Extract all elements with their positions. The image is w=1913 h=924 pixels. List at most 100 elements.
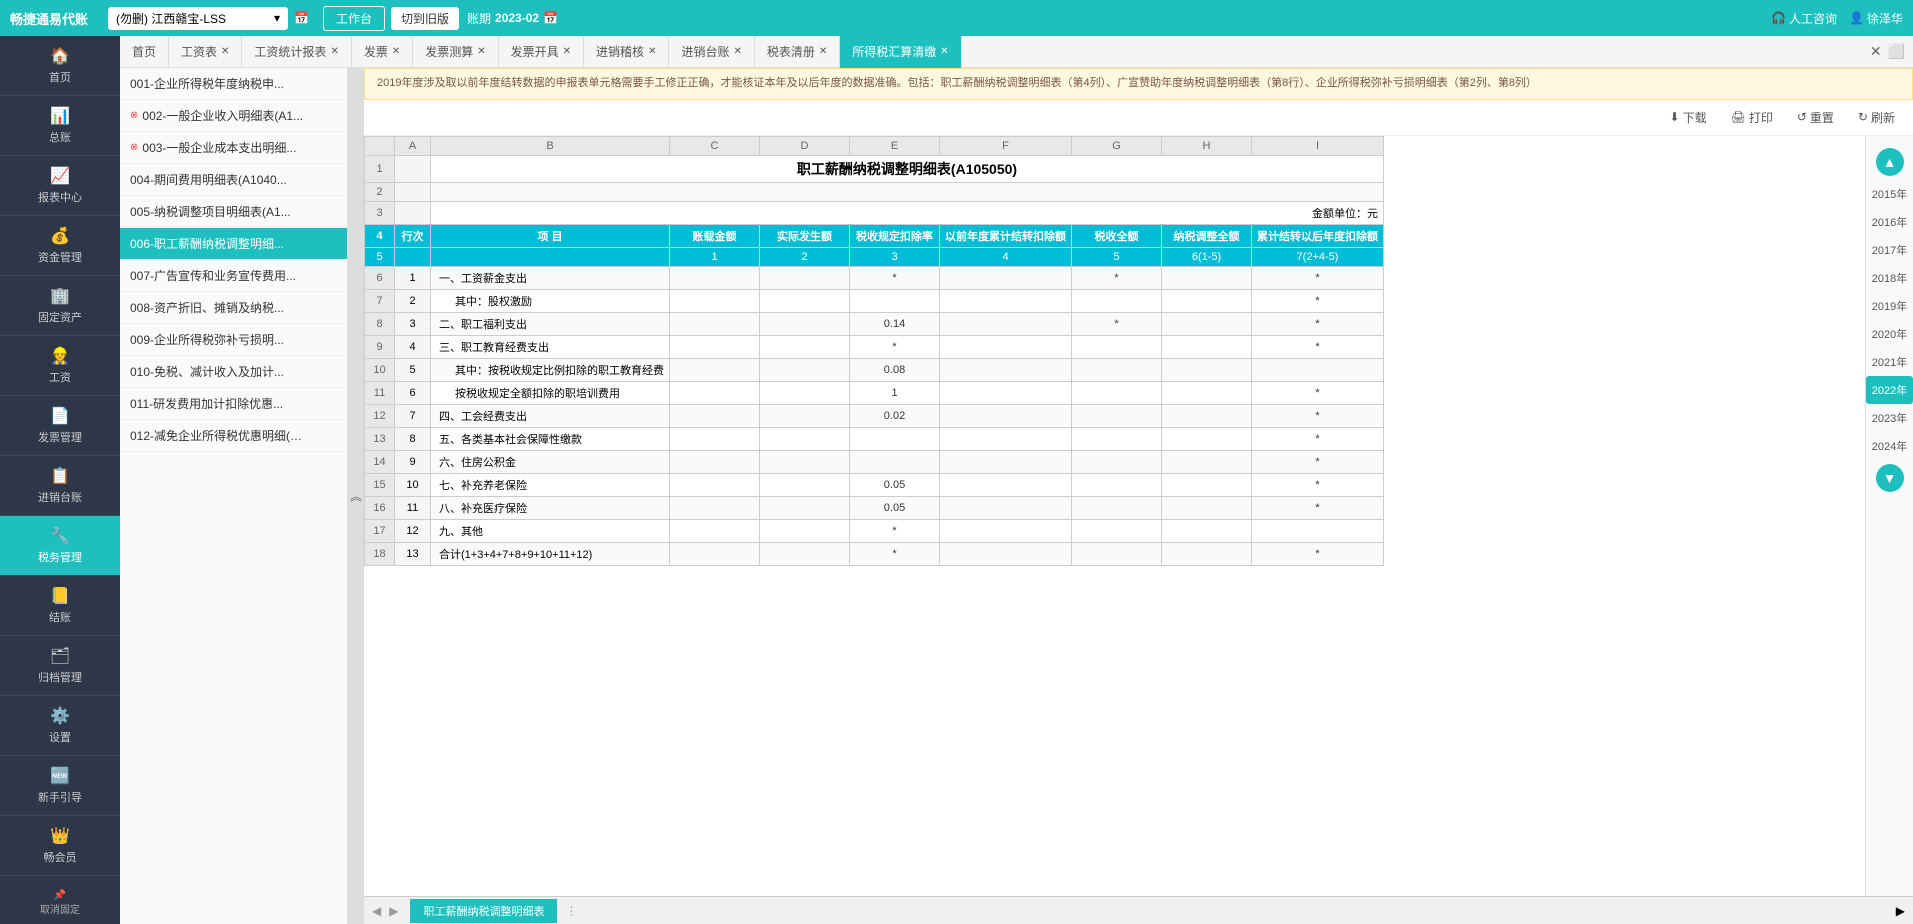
tab-salary-stats[interactable]: 工资统计报表 ✕ [242,36,351,68]
close-tab-invoice[interactable]: ✕ [392,36,400,68]
tab-invoice-calc[interactable]: 发票测算 ✕ [413,36,498,68]
sheet-menu-button[interactable]: ⋮ [565,904,577,918]
data-row-14: 14 9 六、住房公积金 * [365,450,1384,473]
sidebar-item-member[interactable]: 👑 畅会员 [0,816,120,876]
left-item-006[interactable]: 006-职工薪酬纳税调整明细... [120,228,347,260]
left-item-002[interactable]: ⊗ 002-一般企业收入明细表(A1... [120,100,347,132]
tabs-bar: 首页 工资表 ✕ 工资统计报表 ✕ 发票 ✕ 发票测算 ✕ 发票开具 ✕ 进销稽… [120,36,1913,68]
close-tab-stats[interactable]: ✕ [330,36,338,68]
sidebar-item-tax[interactable]: 🔧 税务管理 [0,516,120,576]
tab-salary-table[interactable]: 工资表 ✕ [169,36,242,68]
year-down-button[interactable]: ▼ [1876,464,1904,492]
year-2019[interactable]: 2019年 [1866,292,1913,320]
unit-label: 金额单位：元 [431,201,1384,224]
pin-icon: 📌 [54,890,66,901]
subheader-5: 5 [1072,247,1162,266]
left-item-004[interactable]: 004-期间费用明细表(A1040... [120,164,347,196]
close-all-tabs-button[interactable]: ✕ [1870,43,1882,60]
tab-invoice-open[interactable]: 发票开具 ✕ [499,36,584,68]
assets-icon: 🏢 [50,286,70,306]
sidebar-label-tax: 税务管理 [38,549,82,565]
sidebar-label-close: 结账 [49,609,71,625]
table-wrapper[interactable]: A B C D E F G H I [364,136,1865,896]
year-2015[interactable]: 2015年 [1866,180,1913,208]
sidebar-item-archive[interactable]: 🗂 归档管理 [0,636,120,696]
sidebar-item-sales[interactable]: 📋 进销台账 [0,456,120,516]
sidebar-item-invoice[interactable]: 📄 发票管理 [0,396,120,456]
sidebar-item-reports[interactable]: 📈 报表中心 [0,156,120,216]
company-selector[interactable]: (勿删) 江西赣宝-LSS ▾ [108,7,288,30]
scroll-right-button[interactable]: ▶ [1896,904,1905,918]
prev-sheet-button[interactable]: ◀ [372,904,381,918]
year-2022[interactable]: 2022年 [1866,376,1913,404]
close-tab-open[interactable]: ✕ [563,36,571,68]
left-item-001[interactable]: 001-企业所得税年度纳税申... [120,68,347,100]
tab-invoice[interactable]: 发票 ✕ [352,36,413,68]
close-tab-ledger[interactable]: ✕ [733,36,741,68]
year-up-button[interactable]: ▲ [1876,148,1904,176]
user-profile[interactable]: 👤 徐泽华 [1849,10,1903,27]
row-1: 1 职工薪酬纳税调整明细表(A105050) [365,155,1384,182]
workbench-button[interactable]: 工作台 [323,6,385,31]
cut-version-button[interactable]: 切到旧版 [391,7,459,30]
print-button[interactable]: 🖨 打印 [1725,106,1779,129]
item-8: 五、各类基本社会保障性缴款 [431,427,670,450]
collapse-panel-button[interactable]: 《 [348,68,364,924]
sheet-tab-main[interactable]: 职工薪酬纳税调整明细表 [410,899,557,923]
year-2018[interactable]: 2018年 [1866,264,1913,292]
sidebar-item-funds[interactable]: 💰 资金管理 [0,216,120,276]
col-h-header: H [1162,136,1252,155]
year-2017[interactable]: 2017年 [1866,236,1913,264]
tax-icon: 🔧 [50,526,70,546]
sidebar-item-settings[interactable]: ⚙️ 设置 [0,696,120,756]
sidebar-item-assets[interactable]: 🏢 固定资产 [0,276,120,336]
left-item-003[interactable]: ⊗ 003-一般企业成本支出明细... [120,132,347,164]
year-2024[interactable]: 2024年 [1866,432,1913,460]
data-row-13: 13 8 五、各类基本社会保障性缴款 * [365,427,1384,450]
item-5: 其中：按税收规定比例扣除的职工教育经费 [431,358,670,381]
ledger-icon: 📊 [50,106,70,126]
maximize-button[interactable]: ⬜ [1888,43,1905,60]
left-item-010[interactable]: 010-免税、减计收入及加计... [120,356,347,388]
sidebar-item-close[interactable]: 📒 结账 [0,576,120,636]
next-sheet-button[interactable]: ▶ [389,904,398,918]
reset-button[interactable]: ↺ 重置 [1791,106,1840,129]
refresh-button[interactable]: ↻ 刷新 [1852,106,1901,129]
year-2020[interactable]: 2020年 [1866,320,1913,348]
year-2021[interactable]: 2021年 [1866,348,1913,376]
left-item-011[interactable]: 011-研发费用加计扣除优惠... [120,388,347,420]
sidebar-item-home[interactable]: 🏠 首页 [0,36,120,96]
left-item-007[interactable]: 007-广告宣传和业务宣传费用... [120,260,347,292]
sidebar-item-guide[interactable]: 🆕 新手引导 [0,756,120,816]
tab-audit[interactable]: 进销稽核 ✕ [584,36,669,68]
header-item: 项 目 [431,224,670,247]
left-item-009[interactable]: 009-企业所得税弥补亏损明... [120,324,347,356]
close-tab-audit[interactable]: ✕ [648,36,656,68]
tab-home[interactable]: 首页 [120,36,169,68]
close-tab-incometax[interactable]: ✕ [940,36,948,68]
left-item-008[interactable]: 008-资产折旧、摊销及纳税... [120,292,347,324]
tab-tax-clear[interactable]: 税表清册 ✕ [755,36,840,68]
calendar-period-icon[interactable]: 📅 [543,11,558,25]
unpin-button[interactable]: 📌 取消固定 [0,882,120,924]
close-tab-taxclear[interactable]: ✕ [819,36,827,68]
year-2016[interactable]: 2016年 [1866,208,1913,236]
item-2: 其中：股权激励 [431,289,670,312]
close-tab-calc[interactable]: ✕ [477,36,485,68]
left-item-012[interactable]: 012-减免企业所得税优惠明细(… [120,420,347,452]
sidebar-item-salary[interactable]: 👷 工资 [0,336,120,396]
consult-button[interactable]: 🎧 人工咨询 [1771,10,1837,27]
subheader-3: 3 [850,247,940,266]
tab-income-tax[interactable]: 所得税汇算清缴 ✕ [840,36,961,68]
sheet-tabs: ◀ ▶ 职工薪酬纳税调整明细表 ⋮ ▶ [364,896,1913,924]
top-bar: 畅捷通易代账 (勿删) 江西赣宝-LSS ▾ 📅 工作台 切到旧版 账期 202… [0,0,1913,36]
tab-ledger[interactable]: 进销台账 ✕ [669,36,754,68]
left-item-005[interactable]: 005-纳税调整项目明细表(A1... [120,196,347,228]
tab-actions: ✕ ⬜ [1870,43,1913,60]
download-button[interactable]: ⬇ 下载 [1664,106,1713,129]
sidebar-item-general-ledger[interactable]: 📊 总账 [0,96,120,156]
calendar-icon[interactable]: 📅 [294,11,309,25]
year-2023[interactable]: 2023年 [1866,404,1913,432]
row-2: 2 [365,182,1384,201]
close-tab-salary[interactable]: ✕ [221,36,229,68]
